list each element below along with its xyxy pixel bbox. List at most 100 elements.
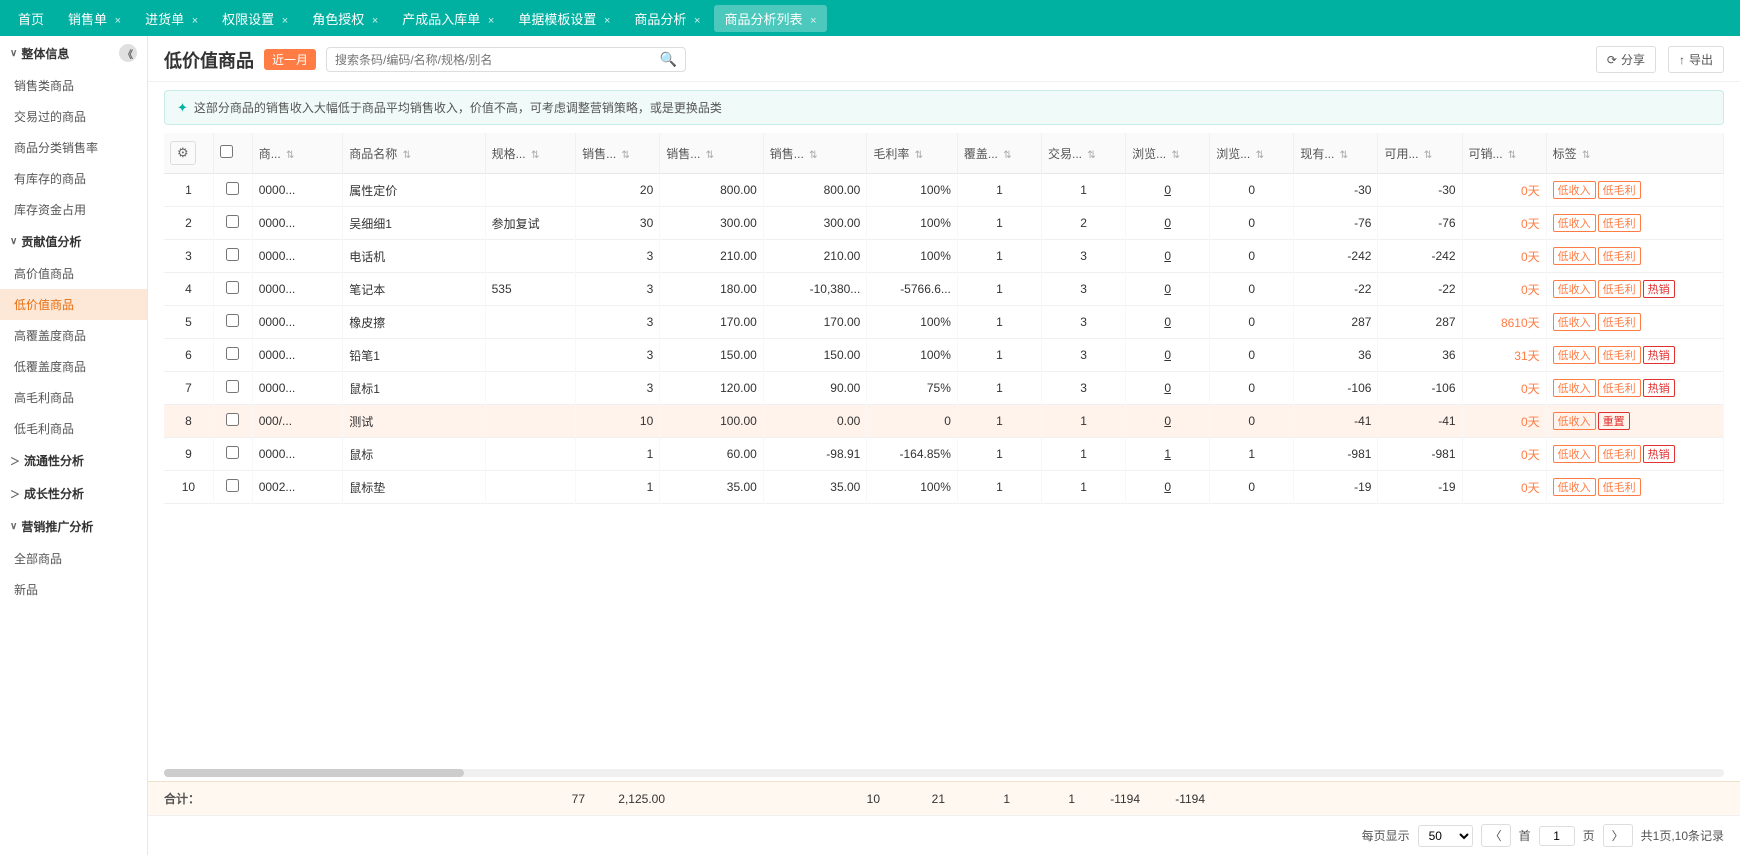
row-checkbox[interactable] xyxy=(226,314,239,327)
next-page-button[interactable]: 〉 xyxy=(1603,824,1633,847)
col-views2[interactable]: 浏览... ⇅ xyxy=(1210,133,1294,174)
sales-amount: 120.00 xyxy=(660,372,764,405)
col-name[interactable]: 商品名称 ⇅ xyxy=(343,133,485,174)
row-checkbox[interactable] xyxy=(226,215,239,228)
sidebar-group-marketing[interactable]: ∨ 营销推广分析 xyxy=(0,510,147,543)
sidebar-item-in-stock-products[interactable]: 有库存的商品 xyxy=(0,163,147,194)
views-link[interactable]: 0 xyxy=(1164,249,1171,263)
nav-product-in[interactable]: 产成品入库单 × xyxy=(392,5,504,32)
col-code[interactable]: 商... ⇅ xyxy=(252,133,343,174)
sidebar-item-high-margin[interactable]: 高毛利商品 xyxy=(0,382,147,413)
views-link[interactable]: 0 xyxy=(1164,414,1171,428)
close-icon[interactable]: × xyxy=(192,15,198,27)
views-link[interactable]: 0 xyxy=(1164,348,1171,362)
tags-cell: 低收入低毛利热销 xyxy=(1546,273,1723,306)
views-link[interactable]: 0 xyxy=(1164,381,1171,395)
nav-permission[interactable]: 权限设置 × xyxy=(212,5,298,32)
close-icon[interactable]: × xyxy=(488,15,494,27)
horizontal-scrollbar[interactable] xyxy=(148,769,1740,781)
views-link[interactable]: 0 xyxy=(1164,216,1171,230)
first-page-label: 首 xyxy=(1519,827,1531,844)
views2-value: 0 xyxy=(1210,174,1294,207)
col-sales-amt[interactable]: 销售... ⇅ xyxy=(660,133,764,174)
sidebar-item-new-products[interactable]: 新品 xyxy=(0,574,147,605)
tag-label: 低毛利 xyxy=(1598,379,1641,397)
coverage-value: 1 xyxy=(957,405,1041,438)
row-index: 6 xyxy=(164,339,213,372)
sidebar-group-growth[interactable]: ＞ 成长性分析 xyxy=(0,477,147,510)
nav-template[interactable]: 单据模板设置 × xyxy=(508,5,620,32)
views-link[interactable]: 0 xyxy=(1164,480,1171,494)
close-icon[interactable]: × xyxy=(810,15,816,27)
nav-sales-order[interactable]: 销售单 × xyxy=(58,5,131,32)
row-checkbox[interactable] xyxy=(226,281,239,294)
col-tags[interactable]: 标签 ⇅ xyxy=(1546,133,1723,174)
nav-product-analysis-list[interactable]: 商品分析列表 × xyxy=(714,5,826,32)
available-stock-value: -76 xyxy=(1378,207,1462,240)
col-sales-gross[interactable]: 销售... ⇅ xyxy=(763,133,867,174)
first-page-button[interactable]: 〈 xyxy=(1481,824,1511,847)
sidebar-item-stock-capital[interactable]: 库存资金占用 xyxy=(0,194,147,225)
select-all-checkbox[interactable] xyxy=(220,145,233,158)
row-checkbox[interactable] xyxy=(226,182,239,195)
sidebar-group-circulation[interactable]: ＞ 流通性分析 xyxy=(0,444,147,477)
sidebar-item-low-value[interactable]: 低价值商品 xyxy=(0,289,147,320)
views-link[interactable]: 0 xyxy=(1164,315,1171,329)
sidebar-group-contribution[interactable]: ∨ 贡献值分析 xyxy=(0,225,147,258)
sort-icon: ⇅ xyxy=(1003,150,1011,161)
nav-product-analysis[interactable]: 商品分析 × xyxy=(624,5,710,32)
row-checkbox[interactable] xyxy=(226,248,239,261)
gross-rate: -164.85% xyxy=(867,438,958,471)
views-link[interactable]: 1 xyxy=(1164,447,1171,461)
search-icon[interactable]: 🔍 xyxy=(660,51,677,68)
row-checkbox[interactable] xyxy=(226,380,239,393)
col-sales-qty[interactable]: 销售... ⇅ xyxy=(576,133,660,174)
gross-rate: 0 xyxy=(867,405,958,438)
col-current-stock[interactable]: 现有... ⇅ xyxy=(1294,133,1378,174)
days-value: 8610天 xyxy=(1501,316,1540,330)
col-saleable[interactable]: 可销... ⇅ xyxy=(1462,133,1546,174)
sidebar-item-low-coverage[interactable]: 低覆盖度商品 xyxy=(0,351,147,382)
close-icon[interactable]: × xyxy=(694,15,700,27)
views-link[interactable]: 0 xyxy=(1164,282,1171,296)
sidebar-item-high-value[interactable]: 高价值商品 xyxy=(0,258,147,289)
product-name: 铅笔1 xyxy=(343,339,485,372)
sidebar-item-category-sales-rate[interactable]: 商品分类销售率 xyxy=(0,132,147,163)
row-checkbox[interactable] xyxy=(226,413,239,426)
available-stock-value: 36 xyxy=(1378,339,1462,372)
gear-button[interactable]: ⚙ xyxy=(170,141,196,165)
col-transactions[interactable]: 交易... ⇅ xyxy=(1042,133,1126,174)
row-checkbox[interactable] xyxy=(226,446,239,459)
col-views1[interactable]: 浏览... ⇅ xyxy=(1126,133,1210,174)
sidebar-group-overall[interactable]: ∨ 整体信息 《 xyxy=(0,36,147,70)
row-checkbox[interactable] xyxy=(226,347,239,360)
sidebar-item-low-margin[interactable]: 低毛利商品 xyxy=(0,413,147,444)
search-input[interactable] xyxy=(335,53,654,67)
views-link[interactable]: 0 xyxy=(1164,183,1171,197)
col-gross-rate[interactable]: 毛利率 ⇅ xyxy=(867,133,958,174)
nav-home[interactable]: 首页 xyxy=(8,5,54,32)
col-available[interactable]: 可用... ⇅ xyxy=(1378,133,1462,174)
nav-role-auth[interactable]: 角色授权 × xyxy=(302,5,388,32)
collapse-button[interactable]: 《 xyxy=(119,44,137,62)
close-icon[interactable]: × xyxy=(604,15,610,27)
close-icon[interactable]: × xyxy=(372,15,378,27)
views1-value: 0 xyxy=(1126,174,1210,207)
sort-icon: ⇅ xyxy=(531,150,539,161)
sidebar-item-all-products[interactable]: 全部商品 xyxy=(0,543,147,574)
col-spec[interactable]: 规格... ⇅ xyxy=(485,133,576,174)
page-number-input[interactable] xyxy=(1539,826,1575,846)
close-icon[interactable]: × xyxy=(115,15,121,27)
close-icon[interactable]: × xyxy=(282,15,288,27)
page-size-select[interactable]: 50 20 100 xyxy=(1418,825,1473,847)
share-button[interactable]: ⟳ 分享 xyxy=(1596,46,1656,73)
nav-purchase-order[interactable]: 进货单 × xyxy=(135,5,208,32)
row-checkbox[interactable] xyxy=(226,479,239,492)
sidebar-item-high-coverage[interactable]: 高覆盖度商品 xyxy=(0,320,147,351)
export-button[interactable]: ↑ 导出 xyxy=(1668,46,1724,73)
period-button[interactable]: 近一月 xyxy=(264,49,316,70)
sidebar-item-sales-products[interactable]: 销售类商品 xyxy=(0,70,147,101)
total-views1: 1 xyxy=(953,792,1018,806)
col-coverage[interactable]: 覆盖... ⇅ xyxy=(957,133,1041,174)
sidebar-item-traded-products[interactable]: 交易过的商品 xyxy=(0,101,147,132)
